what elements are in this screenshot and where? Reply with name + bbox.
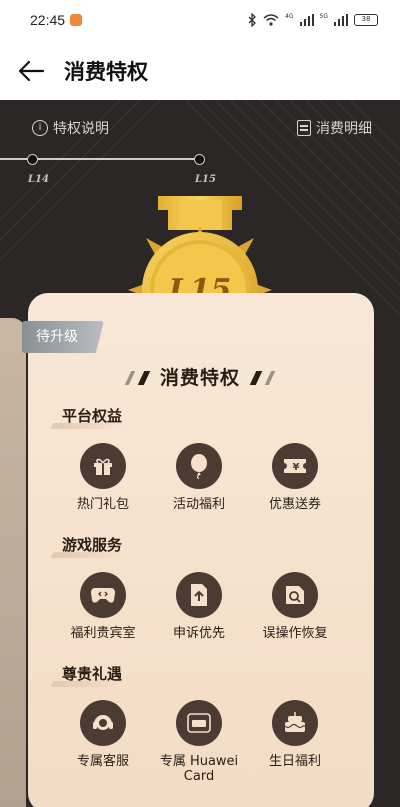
status-bar: 22:45 4G 5G 38: [0, 0, 400, 42]
headset-icon-circle: [80, 700, 126, 746]
svg-text:¥: ¥: [293, 462, 300, 473]
title-deco-left-light: [124, 371, 136, 385]
item-label: 福利贵宾室: [70, 626, 136, 641]
privilege-item-event-benefit[interactable]: 活动福利: [149, 443, 249, 512]
gift-icon: [94, 458, 112, 475]
card-title-row: 消费特权: [0, 363, 400, 390]
section-title-honor: 尊贵礼遇: [62, 665, 123, 683]
page-title: 消费特权: [64, 60, 148, 84]
balloon-icon-circle: [176, 443, 222, 489]
headset-icon: [93, 715, 113, 730]
level-label-current: L15: [195, 174, 216, 185]
upload-doc-icon: [191, 584, 207, 606]
battery-icon: 38: [354, 14, 378, 26]
cake-icon: [284, 712, 305, 732]
section-title-game: 游戏服务: [62, 536, 123, 554]
item-label: 申诉优先: [172, 626, 225, 641]
signal-bars-2-icon: [334, 14, 348, 26]
title-deco-right-light: [264, 371, 276, 385]
pending-upgrade-tag: 待升级: [22, 321, 104, 353]
info-icon: i: [32, 120, 48, 136]
header: 消费特权: [0, 42, 400, 100]
back-button[interactable]: [16, 56, 48, 86]
privilege-item-birthday-benefit[interactable]: 生日福利: [245, 700, 345, 769]
upload-doc-icon-circle: [176, 572, 222, 618]
card-title: 消费特权: [159, 367, 240, 389]
signal-bars-icon: [299, 14, 314, 26]
battery-level: 38: [361, 15, 371, 23]
signal-1-icon: 4G: [285, 12, 294, 20]
status-time: 22:45: [30, 12, 66, 28]
item-label: 误操作恢复: [262, 626, 328, 641]
side-card-preview: [0, 318, 26, 807]
huawei-card-icon: [187, 713, 211, 733]
coupon-icon: ¥: [284, 459, 306, 473]
privilege-item-dedicated-service[interactable]: 专属客服: [53, 700, 153, 769]
privilege-info-label: 特权说明: [53, 121, 109, 137]
cake-icon-circle: [272, 700, 318, 746]
spending-detail-link[interactable]: 消费明细: [297, 118, 372, 138]
gamepad-icon-circle: [80, 572, 126, 618]
privilege-item-priority-appeal[interactable]: 申诉优先: [149, 572, 249, 641]
level-dot-current: [194, 154, 205, 165]
gamepad-icon: [91, 588, 115, 603]
document-icon: [297, 120, 311, 136]
privilege-item-huawei-card[interactable]: 专属 Huawei Card: [149, 700, 249, 784]
huawei-card-icon-circle: [176, 700, 222, 746]
item-label: 专属 Huawei Card: [159, 754, 239, 784]
item-label: 生日福利: [268, 754, 321, 769]
level-label-prev: L14: [28, 174, 49, 185]
recover-doc-icon: [286, 586, 304, 604]
privilege-item-vip-lounge[interactable]: 福利贵宾室: [53, 572, 153, 641]
balloon-icon: [191, 454, 207, 479]
level-dot-prev: [27, 154, 38, 165]
coupon-icon-circle: ¥: [272, 443, 318, 489]
item-label: 优惠送券: [268, 497, 321, 512]
notification-icon: [70, 14, 82, 26]
wifi-icon: [263, 14, 279, 26]
gift-icon-circle: [80, 443, 126, 489]
title-deco-left: [137, 371, 151, 385]
privilege-info-link[interactable]: i 特权说明: [32, 118, 109, 138]
privilege-item-coupon[interactable]: ¥ 优惠送券: [245, 443, 345, 512]
hero-section: i 特权说明 消费明细 L14 L15 L15 待升级 消费特权 平台权益 热门…: [0, 100, 400, 807]
privilege-item-mistake-recovery[interactable]: 误操作恢复: [245, 572, 345, 641]
item-label: 热门礼包: [76, 497, 129, 512]
section-title-platform: 平台权益: [62, 407, 123, 425]
item-label: 活动福利: [172, 497, 225, 512]
status-icons: 4G 5G 38: [248, 13, 378, 27]
recover-doc-icon-circle: [272, 572, 318, 618]
spending-detail-label: 消费明细: [316, 121, 372, 137]
back-arrow-icon: [18, 60, 45, 82]
bluetooth-icon: [248, 13, 256, 27]
privilege-item-hot-gift[interactable]: 热门礼包: [53, 443, 153, 512]
signal-2-icon: 5G: [319, 12, 328, 20]
item-label: 专属客服: [76, 754, 129, 769]
title-deco-right: [249, 371, 263, 385]
